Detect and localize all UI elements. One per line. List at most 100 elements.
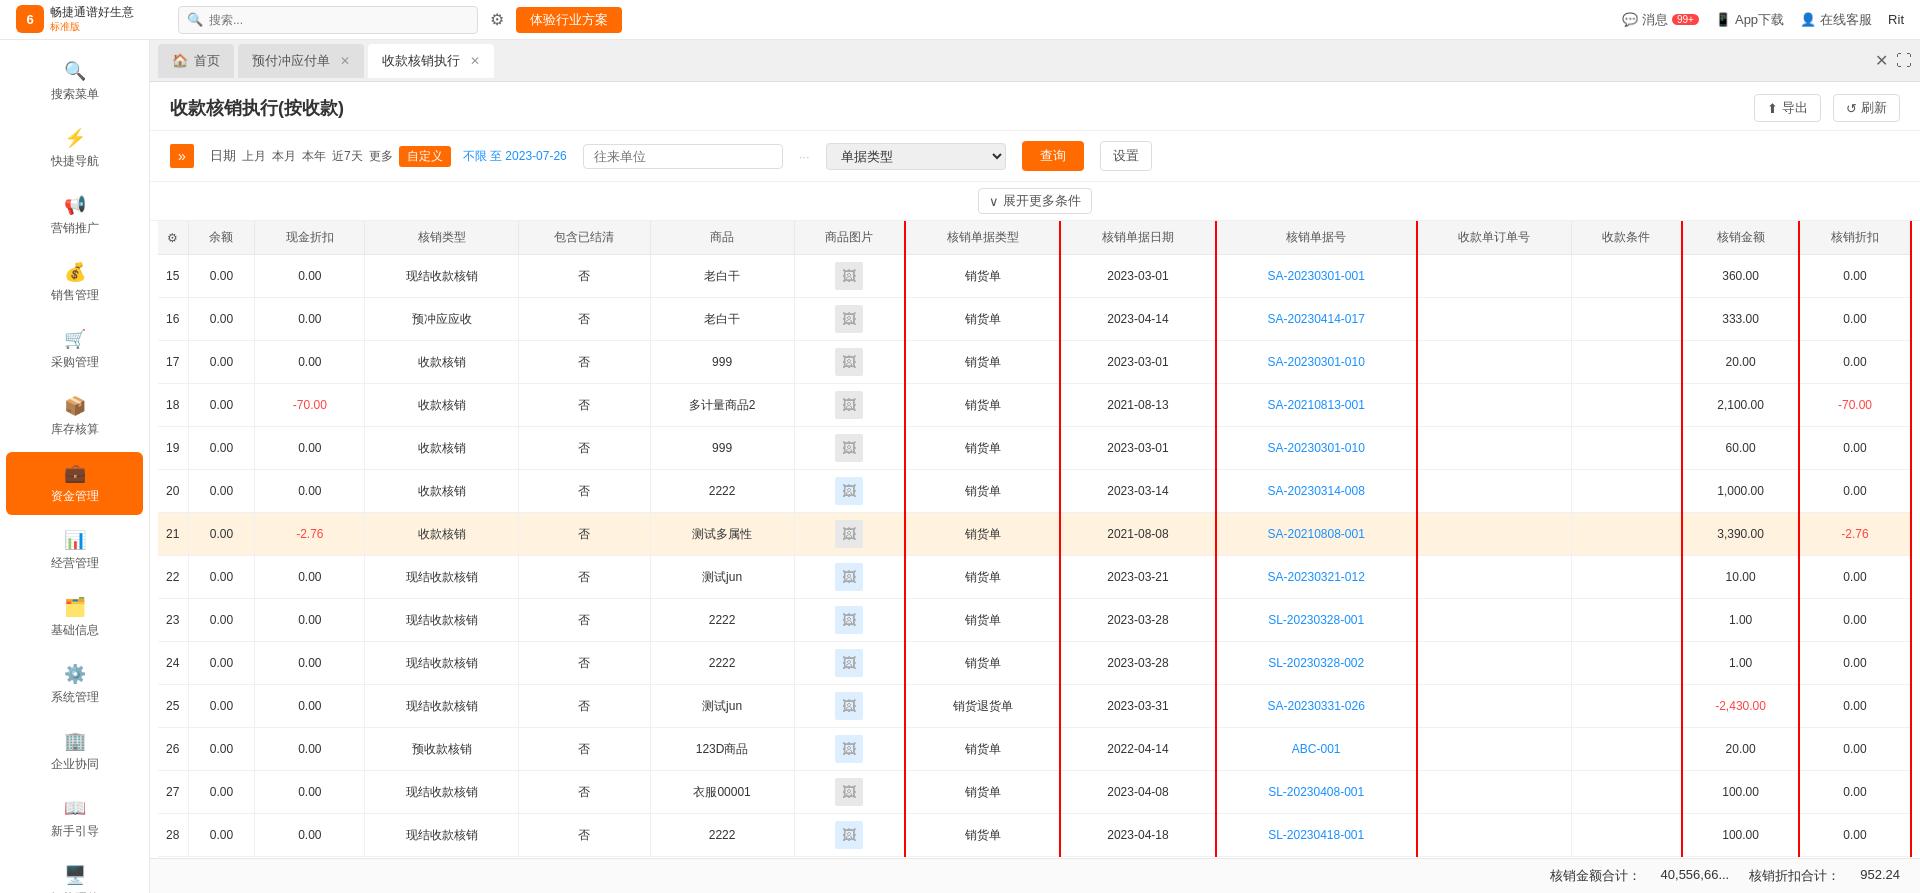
cell-cash-discount: -70.00 [255,384,365,427]
cell-cancel-discount: 0.00 [1799,298,1911,341]
cell-cancel-discount: 0.00 [1799,470,1911,513]
cell-cancel-bill-type: 销货单 [905,384,1060,427]
date-this-year[interactable]: 本年 [302,148,326,165]
sidebar-item-marketing[interactable]: 📢 营销推广 [6,184,143,247]
sidebar-item-search-menu[interactable]: 🔍 搜索菜单 [6,50,143,113]
cell-include-cleared: 否 [518,599,650,642]
top-search-bar[interactable]: 🔍 [178,6,478,34]
cell-cancel-amount: 60.00 [1682,427,1799,470]
cell-cancel-bill-type: 销货单 [905,470,1060,513]
cell-cancel-bill-type: 销货单 [905,556,1060,599]
tab-home[interactable]: 🏠 首页 [158,44,234,78]
cell-receipt-condition [1571,599,1682,642]
sidebar-item-sales[interactable]: 💰 销售管理 [6,251,143,314]
sidebar-label-guide: 新手引导 [51,823,99,840]
cell-cancel-bill-no[interactable]: SA-20210813-001 [1216,384,1417,427]
cell-cancel-bill-no[interactable]: SA-20230301-010 [1216,427,1417,470]
sidebar-item-operations[interactable]: 📊 经营管理 [6,519,143,582]
cell-index: 17 [158,341,188,384]
sidebar-item-hardware[interactable]: 🖥️ 智能硬件 [6,854,143,893]
cell-include-cleared: 否 [518,771,650,814]
cell-cancel-bill-no[interactable]: SA-20210808-001 [1216,513,1417,556]
date-more[interactable]: 更多 [369,148,393,165]
filter-toggle-button[interactable]: » [170,144,194,168]
cell-product: 123D商品 [650,728,794,771]
industry-button[interactable]: 体验行业方案 [516,7,622,33]
sidebar-item-basic-info[interactable]: 🗂️ 基础信息 [6,586,143,649]
cell-cancel-bill-no[interactable]: SL-20230418-001 [1216,814,1417,857]
gear-icon[interactable]: ⚙ [490,10,504,29]
cell-receipt-order-no [1417,599,1571,642]
cell-receipt-order-no [1417,513,1571,556]
cell-cancel-amount: 1.00 [1682,642,1799,685]
export-button[interactable]: ⬆ 导出 [1754,94,1821,122]
date-filter-label: 日期 [210,147,236,165]
marketing-icon: 📢 [64,194,86,216]
product-image: 🖼 [835,606,863,634]
cell-cancel-bill-no[interactable]: SA-20230314-008 [1216,470,1417,513]
voucher-type-filter[interactable]: 单据类型 [826,143,1006,170]
sidebar-label-quick-nav: 快捷导航 [51,153,99,170]
sidebar-item-finance[interactable]: 💼 资金管理 [6,452,143,515]
cell-balance: 0.00 [188,556,255,599]
cell-cancel-amount: -2,430.00 [1682,685,1799,728]
cell-cancel-type: 收款核销 [365,427,518,470]
tab-prepay-close[interactable]: ✕ [340,54,350,68]
customer-filter[interactable] [583,144,783,169]
search-input[interactable] [209,13,469,27]
tab-expand-icon[interactable]: ⛶ [1896,52,1912,70]
refresh-button[interactable]: ↺ 刷新 [1833,94,1900,122]
tab-collection[interactable]: 收款核销执行 ✕ [368,44,494,78]
sidebar-item-system[interactable]: ⚙️ 系统管理 [6,653,143,716]
cell-cancel-bill-no[interactable]: ABC-001 [1216,728,1417,771]
sidebar-item-enterprise[interactable]: 🏢 企业协同 [6,720,143,783]
cell-cancel-bill-type: 销货单 [905,298,1060,341]
page-title: 收款核销执行(按收款) [170,96,344,120]
cell-balance: 0.00 [188,728,255,771]
cell-cash-discount: 0.00 [255,728,365,771]
sidebar-item-quick-nav[interactable]: ⚡ 快捷导航 [6,117,143,180]
sidebar-item-purchase[interactable]: 🛒 采购管理 [6,318,143,381]
cell-cancel-bill-no[interactable]: SA-20230414-017 [1216,298,1417,341]
cell-cancel-bill-no[interactable]: SA-20230301-010 [1216,341,1417,384]
cell-cancel-type: 现结收款核销 [365,814,518,857]
query-button[interactable]: 查询 [1022,141,1084,171]
cell-cancel-bill-no[interactable]: SL-20230408-001 [1216,771,1417,814]
phone-icon: 📱 [1715,12,1731,27]
cell-cancel-bill-no[interactable]: SL-20230328-001 [1216,599,1417,642]
cell-product: 测试jun [650,556,794,599]
cell-cash-discount: 0.00 [255,685,365,728]
cell-product-image: 🖼 [794,513,905,556]
cell-include-cleared: 否 [518,298,650,341]
cell-balance: 0.00 [188,685,255,728]
cell-cancel-bill-no[interactable]: SA-20230321-012 [1216,556,1417,599]
online-service-button[interactable]: 👤 在线客服 [1800,11,1872,29]
date-prev-month[interactable]: 上月 [242,148,266,165]
cell-receipt-order-no [1417,685,1571,728]
messages-button[interactable]: 💬 消息 99+ [1622,11,1699,29]
settings-button[interactable]: 设置 [1100,141,1152,171]
sidebar-item-inventory[interactable]: 📦 库存核算 [6,385,143,448]
tab-close-all-icon[interactable]: ✕ [1875,51,1888,70]
date-this-month[interactable]: 本月 [272,148,296,165]
tab-collection-close[interactable]: ✕ [470,54,480,68]
th-settings[interactable]: ⚙ [158,221,188,255]
date-7days[interactable]: 近7天 [332,148,363,165]
cell-cancel-discount: 0.00 [1799,771,1911,814]
cell-cancel-bill-no[interactable]: SA-20230331-026 [1216,685,1417,728]
cell-cancel-amount: 1.00 [1682,599,1799,642]
cell-product-image: 🖼 [794,771,905,814]
table-header-row: ⚙ 余额 现金折扣 核销类型 包含已结清 商品 商品图片 核销单据类型 核销单据… [158,221,1911,255]
cell-receipt-condition [1571,427,1682,470]
expand-more-button[interactable]: ∨ 展开更多条件 [978,188,1092,214]
cell-cancel-bill-no[interactable]: SL-20230328-002 [1216,642,1417,685]
cell-cancel-bill-date: 2023-04-08 [1060,771,1215,814]
tab-prepay[interactable]: 预付冲应付单 ✕ [238,44,364,78]
app-download-button[interactable]: 📱 App下载 [1715,11,1784,29]
tab-collection-label: 收款核销执行 [382,52,460,70]
sidebar-item-guide[interactable]: 📖 新手引导 [6,787,143,850]
date-custom-badge[interactable]: 自定义 [399,146,451,167]
cell-cancel-bill-no[interactable]: SA-20230301-001 [1216,255,1417,298]
cell-cancel-amount: 3,390.00 [1682,513,1799,556]
cell-include-cleared: 否 [518,470,650,513]
